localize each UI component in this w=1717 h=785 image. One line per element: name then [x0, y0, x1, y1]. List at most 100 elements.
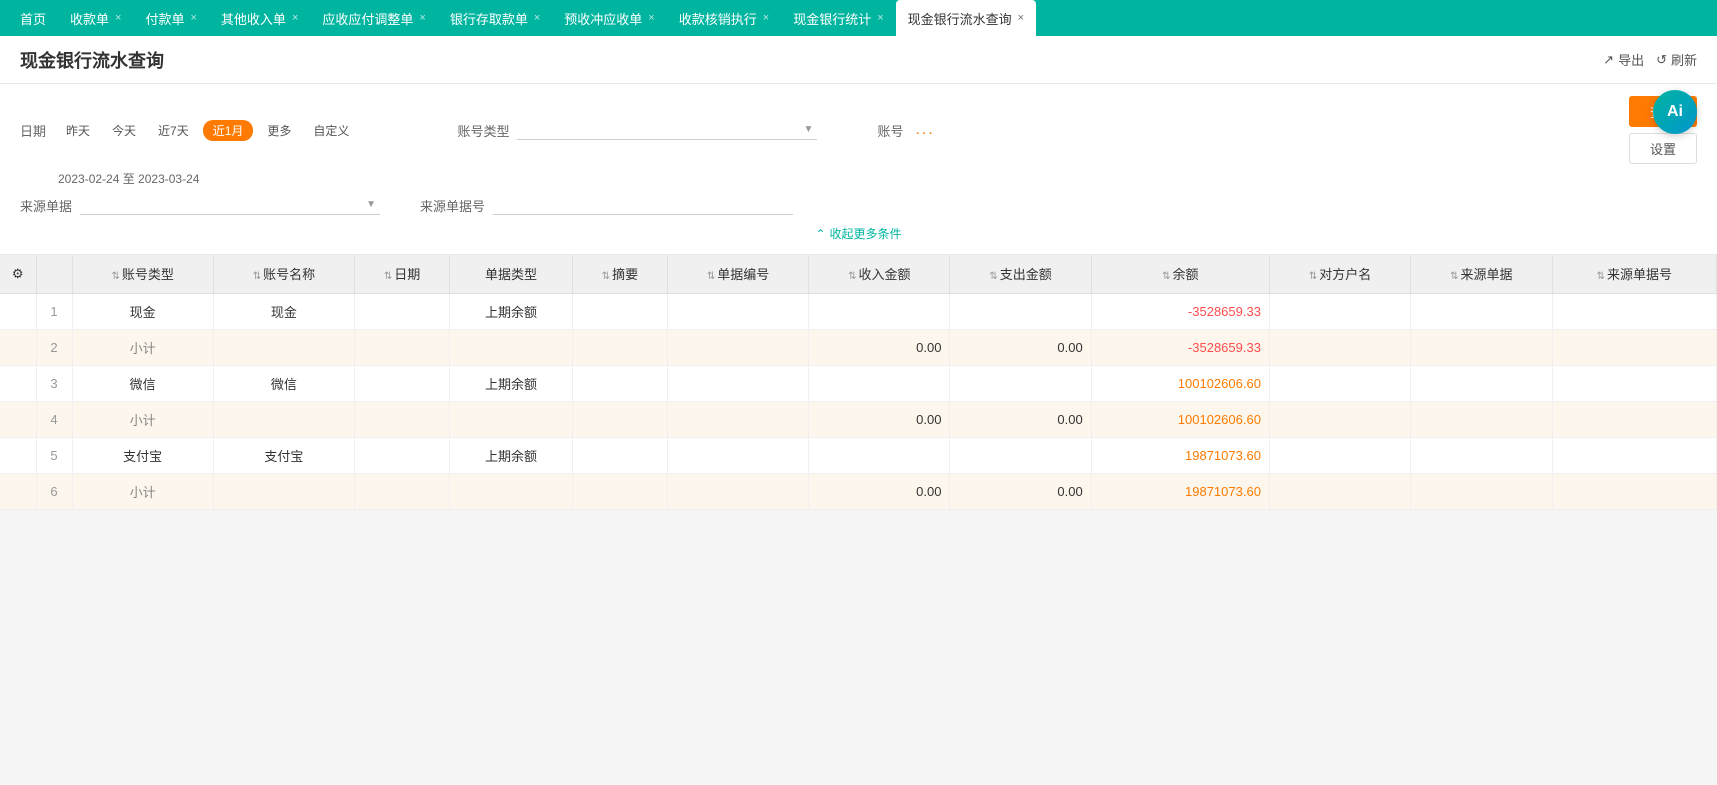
tab-label: 其他收入单 — [221, 9, 286, 28]
column-header-date[interactable]: ⇅日期 — [355, 255, 450, 293]
close-icon[interactable]: × — [1018, 12, 1024, 24]
gear-icon[interactable]: ⚙ — [12, 266, 24, 281]
column-header-account_type[interactable]: ⇅账号类型 — [72, 255, 213, 293]
row-balance: -3528659.33 — [1091, 293, 1269, 329]
nav-tab[interactable]: 收款核销执行 × — [667, 0, 781, 36]
close-icon[interactable]: × — [292, 12, 298, 24]
nav-tab[interactable]: 预收冲应收单× — [552, 0, 666, 36]
close-icon[interactable]: × — [648, 12, 654, 24]
row-income — [809, 437, 950, 473]
column-header-balance[interactable]: ⇅余额 — [1091, 255, 1269, 293]
tab-label: 付款单 — [145, 9, 184, 28]
row-summary — [572, 329, 667, 365]
account-type-select[interactable]: ▼ — [517, 120, 817, 140]
source-doc-no-input[interactable] — [493, 195, 793, 215]
row-income: 0.00 — [809, 329, 950, 365]
row-account-type: 小计 — [72, 473, 213, 509]
row-doc-no — [667, 293, 808, 329]
account-type-label: 账号类型 — [457, 121, 509, 140]
nav-home[interactable]: 首页 — [8, 9, 58, 28]
close-icon[interactable]: × — [877, 12, 883, 24]
column-header-doc_type: 单据类型 — [450, 255, 573, 293]
row-date — [355, 293, 450, 329]
row-summary — [572, 437, 667, 473]
nav-tab[interactable]: 其他收入单 × — [209, 0, 310, 36]
chevron-down-icon: ▼ — [804, 124, 814, 135]
nav-tab[interactable]: 付款单 × — [133, 0, 208, 36]
sort-icon: ⇅ — [1450, 271, 1458, 282]
row-expense — [950, 365, 1091, 401]
account-type-placeholder — [521, 122, 799, 137]
column-header-account_name[interactable]: ⇅账号名称 — [213, 255, 354, 293]
row-balance: 100102606.60 — [1091, 365, 1269, 401]
refresh-button[interactable]: ↺ 刷新 — [1656, 50, 1697, 69]
tab-label: 收款单 — [70, 9, 109, 28]
row-source-doc — [1411, 329, 1552, 365]
row-income — [809, 293, 950, 329]
column-header-counterparty[interactable]: ⇅对方户名 — [1269, 255, 1410, 293]
nav-tab[interactable]: 现金银行统计× — [781, 0, 895, 36]
row-source-doc — [1411, 401, 1552, 437]
date-btn[interactable]: 昨天 — [58, 120, 98, 141]
row-source-doc — [1411, 437, 1552, 473]
row-balance: 100102606.60 — [1091, 401, 1269, 437]
table-row: 3微信微信上期余额100102606.60 — [0, 365, 1717, 401]
account-dots-button[interactable]: ... — [915, 121, 934, 139]
date-btn[interactable]: 自定义 — [305, 120, 357, 141]
date-filter-group: 日期 昨天今天近7天近1月更多自定义 — [20, 120, 357, 141]
nav-tab[interactable]: 银行存取款单× — [438, 0, 552, 36]
source-doc-select[interactable]: ▼ — [80, 195, 380, 215]
close-icon[interactable]: × — [763, 12, 769, 24]
row-source-doc — [1411, 365, 1552, 401]
row-date — [355, 365, 450, 401]
tab-label: 收款核销执行 — [679, 9, 757, 28]
sort-icon: ⇅ — [989, 271, 997, 282]
row-summary — [572, 401, 667, 437]
table-row: 5支付宝支付宝上期余额19871073.60 — [0, 437, 1717, 473]
settings-button[interactable]: 设置 — [1629, 133, 1697, 164]
export-button[interactable]: ↗ 导出 — [1603, 50, 1644, 69]
filter-row-2: 来源单据 ▼ 来源单据号 — [20, 195, 1697, 215]
date-btn[interactable]: 近7天 — [150, 120, 197, 141]
close-icon[interactable]: × — [115, 12, 121, 24]
row-index: 4 — [36, 401, 72, 437]
date-btn[interactable]: 更多 — [259, 120, 299, 141]
row-gear — [0, 293, 36, 329]
column-header-summary[interactable]: ⇅摘要 — [572, 255, 667, 293]
row-account-name — [213, 329, 354, 365]
sort-icon: ⇅ — [384, 271, 392, 282]
top-nav: 首页 收款单×付款单×其他收入单×应收应付调整单×银行存取款单×预收冲应收单×收… — [0, 0, 1717, 36]
close-icon[interactable]: × — [190, 12, 196, 24]
column-header-expense[interactable]: ⇅支出金额 — [950, 255, 1091, 293]
table-header-row: ⚙⇅账号类型⇅账号名称⇅日期单据类型⇅摘要⇅单据编号⇅收入金额⇅支出金额⇅余额⇅… — [0, 255, 1717, 293]
close-icon[interactable]: × — [534, 12, 540, 24]
sort-icon: ⇅ — [1597, 271, 1605, 282]
column-header-source_doc[interactable]: ⇅来源单据 — [1411, 255, 1552, 293]
table-row: 6小计0.000.0019871073.60 — [0, 473, 1717, 509]
column-header-income[interactable]: ⇅收入金额 — [809, 255, 950, 293]
nav-tab[interactable]: 应收应付调整单× — [310, 0, 437, 36]
account-label: 账号 — [877, 121, 907, 140]
row-doc-type: 上期余额 — [450, 437, 573, 473]
row-index: 2 — [36, 329, 72, 365]
close-icon[interactable]: × — [419, 12, 425, 24]
column-header-doc_no[interactable]: ⇅单据编号 — [667, 255, 808, 293]
date-btn[interactable]: 今天 — [104, 120, 144, 141]
nav-tabs: 收款单×付款单×其他收入单×应收应付调整单×银行存取款单×预收冲应收单×收款核销… — [58, 0, 1036, 36]
row-doc-type — [450, 401, 573, 437]
column-header-source_doc_no[interactable]: ⇅来源单据号 — [1552, 255, 1717, 293]
nav-tab[interactable]: 收款单 × — [58, 0, 133, 36]
row-expense: 0.00 — [950, 401, 1091, 437]
collapse-button[interactable]: ⌃ 收起更多条件 — [815, 225, 901, 242]
row-counterparty — [1269, 365, 1410, 401]
row-account-name: 微信 — [213, 365, 354, 401]
sort-icon: ⇅ — [253, 271, 261, 282]
collapse-label: 收起更多条件 — [830, 225, 902, 242]
source-doc-chevron-icon: ▼ — [366, 199, 376, 210]
nav-tab[interactable]: 现金银行流水查询× — [896, 0, 1036, 36]
row-account-name — [213, 401, 354, 437]
date-buttons: 昨天今天近7天近1月更多自定义 — [58, 120, 357, 141]
date-btn[interactable]: 近1月 — [203, 120, 254, 141]
row-balance: -3528659.33 — [1091, 329, 1269, 365]
ai-assistant-button[interactable]: Ai — [1653, 90, 1697, 134]
